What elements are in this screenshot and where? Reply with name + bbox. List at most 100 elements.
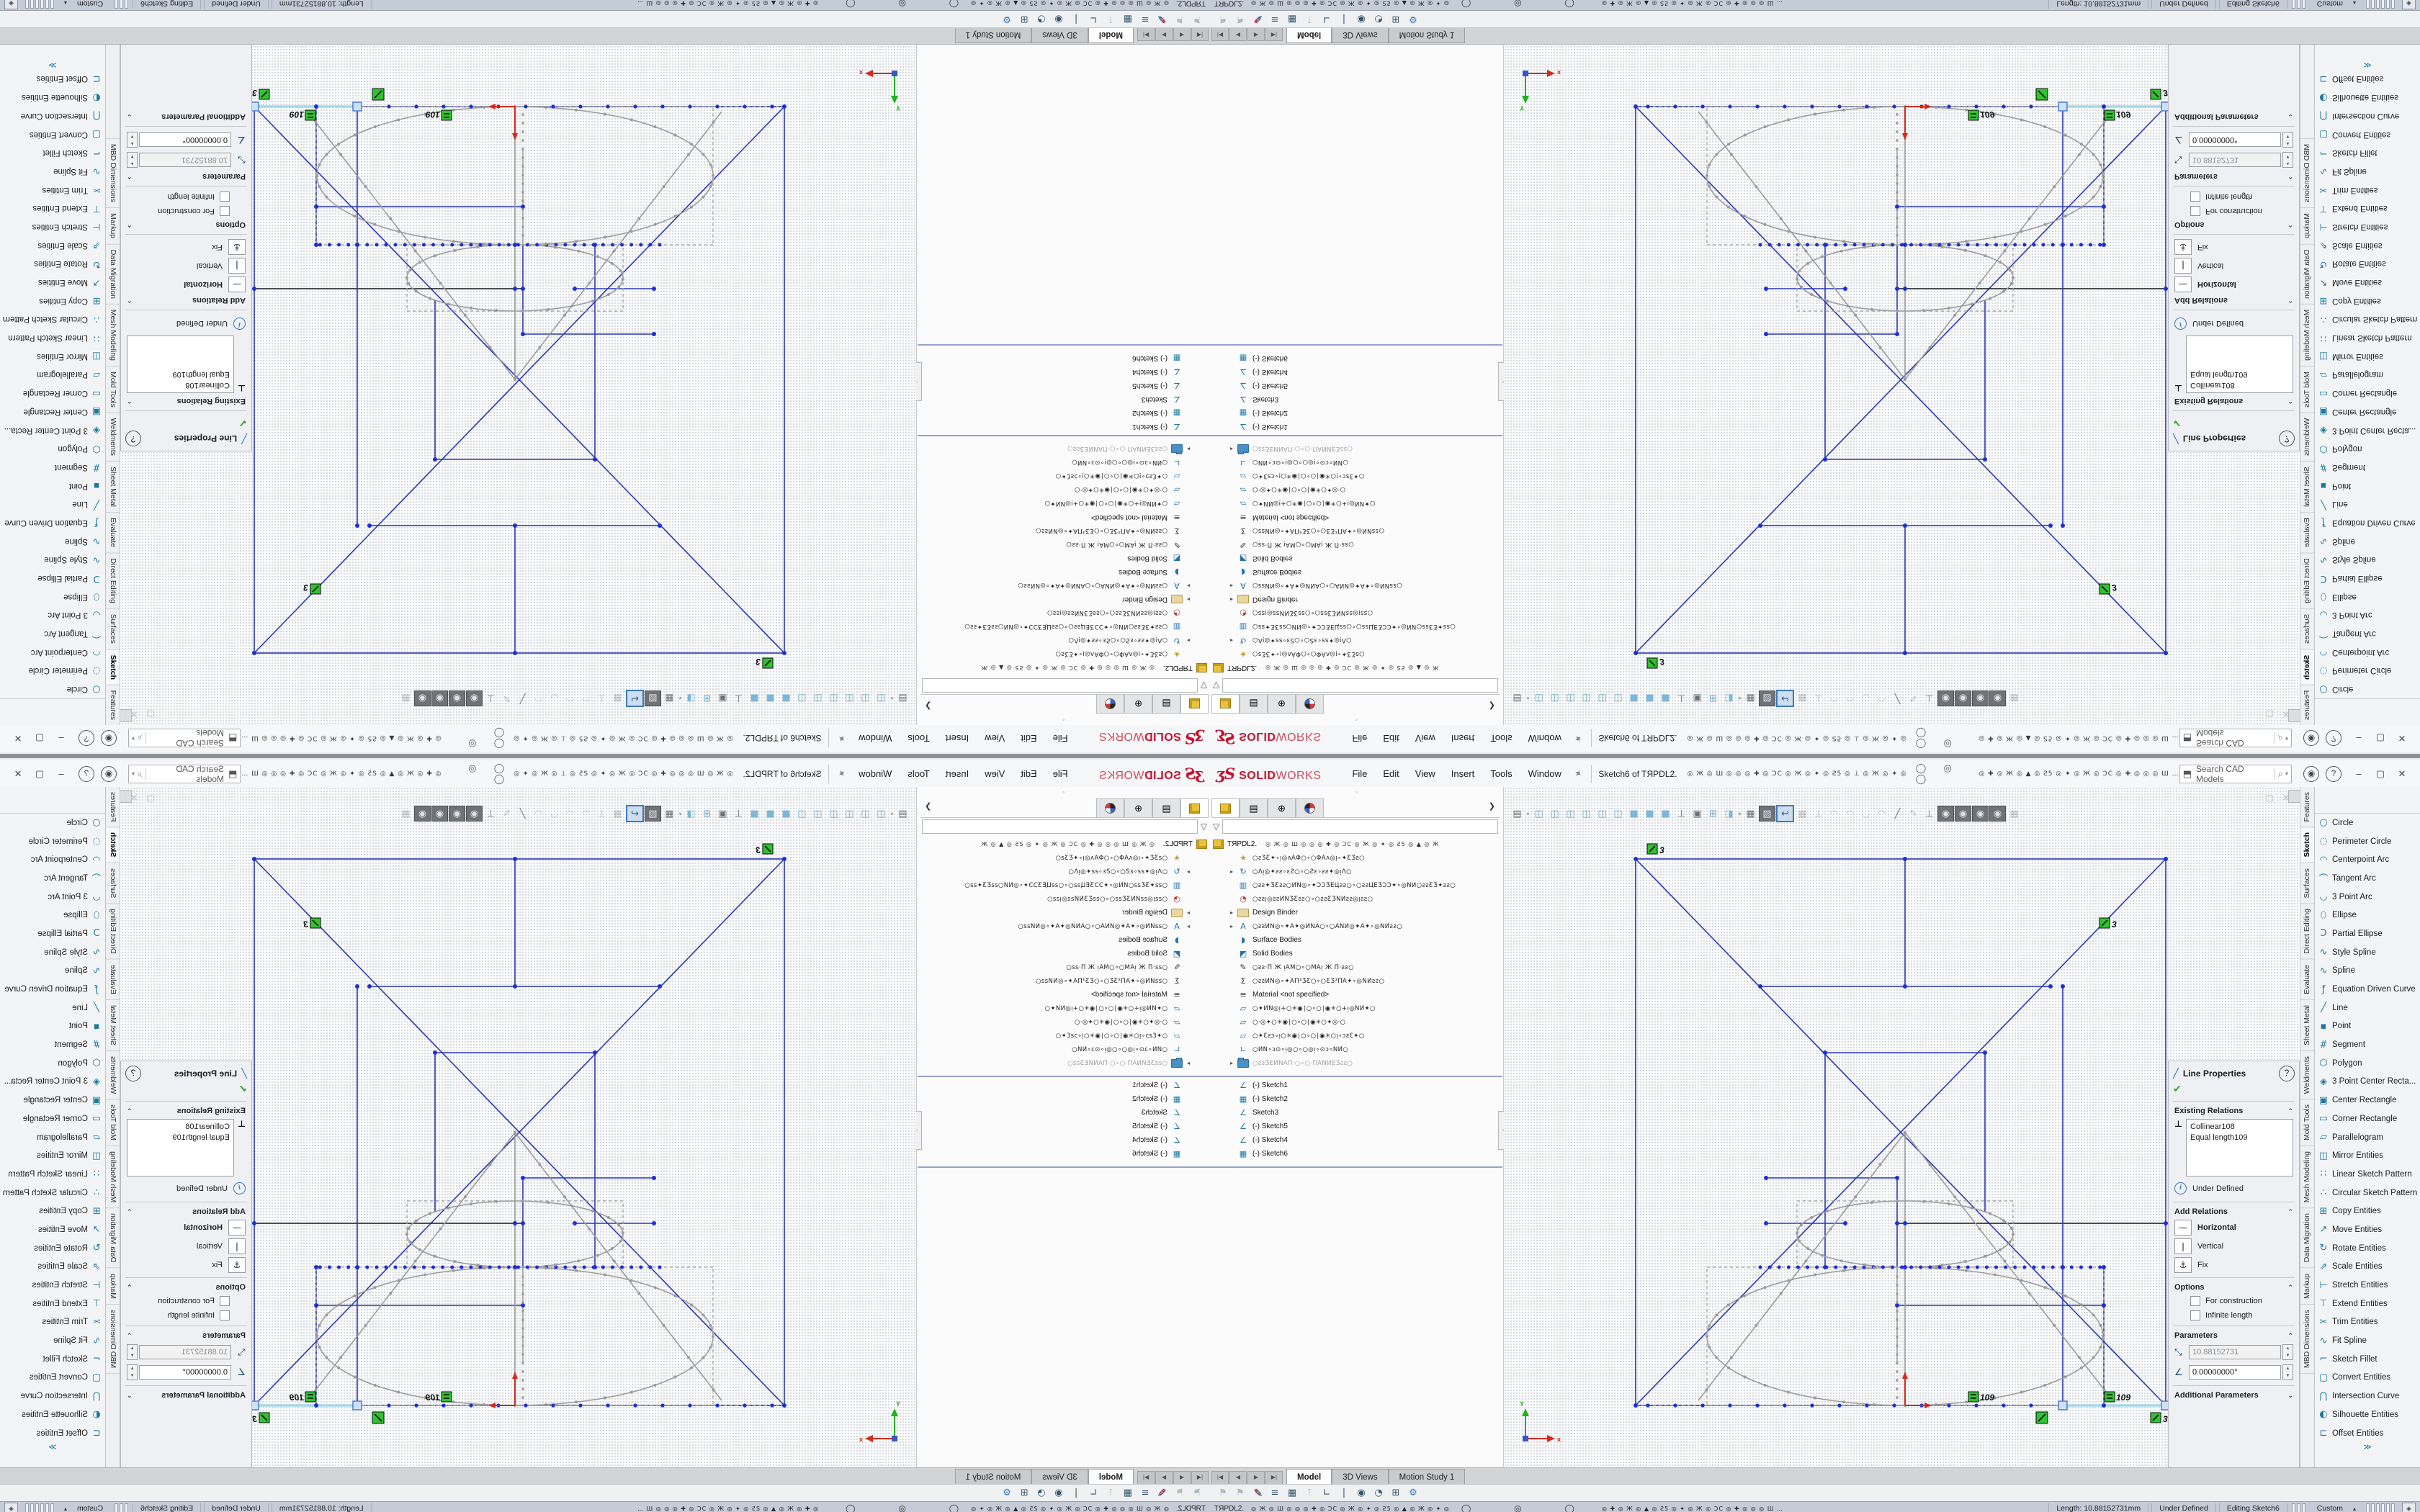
tree-row[interactable]: ≡ Material <not specified> (918, 988, 1210, 1002)
commandmanager-tab[interactable]: Sketch (2300, 649, 2315, 684)
relation-badge-collinear-right[interactable]: 3 (303, 582, 321, 594)
sketch-tool-button[interactable]: ⊞ Copy Entities (2315, 292, 2420, 310)
sketch-tool-button[interactable]: ⌐ Sketch Fillet (0, 143, 105, 162)
commandmanager-tab[interactable]: Mesh Modeling (105, 304, 120, 366)
tree-row[interactable]: ▥ ○ƨƨ✦ƷƸƨƨ○ИΝ◎∘✦ƆƆƷΕЦƨƨ○∘○ƨƨЦΕƷƆƆ✦∘◎ΝИ○ƨ… (918, 878, 1210, 892)
option-row[interactable]: For construction (121, 1294, 251, 1308)
minimize-button[interactable]: – (50, 768, 72, 779)
add-relation-row[interactable]: ❘ Vertical (2169, 256, 2299, 275)
tree-row[interactable]: ∠ (-) Sketch1 (1210, 420, 1502, 433)
markup-toolbar-icon[interactable]: | (1335, 1488, 1353, 1498)
menu-item[interactable]: File (1045, 730, 1076, 747)
tree-row[interactable]: ▦ (-) Sketch2 (918, 1092, 1210, 1106)
tree-row[interactable]: ▸ ↻ ○Λᴉ◎✦ƨƨ∘ɛƧ○∘○Ƨɛ∘ƨƨ✦◎ᴉΛ○ (1210, 865, 1502, 878)
sketch-tool-button[interactable]: ⊤ Extend Entities (0, 199, 105, 217)
tree-row[interactable]: Σ ○ƨƨИΝ◎∘✦ΑΠ³ƷƸ○∘○ƸƷ³ΠΑ✦∘◎ΝИƨƨ○ (1210, 974, 1502, 988)
add-relation-row[interactable]: ⚓ Fix (2169, 238, 2299, 256)
help-button[interactable]: ? (2326, 766, 2341, 782)
parameter-input[interactable]: 10.88152731 (2189, 1345, 2281, 1359)
sketch-tool-button[interactable]: ∿ Fit Spline (0, 162, 105, 181)
markup-toolbar-icon[interactable]: ≡ (1137, 1488, 1154, 1498)
relation-button-icon[interactable]: — (2174, 276, 2192, 292)
markup-toolbar-icon[interactable]: ✎ (1249, 14, 1266, 24)
relation-button-icon[interactable]: ❘ (228, 1238, 246, 1254)
sketch-tool-button[interactable]: ↗ Move Entities (0, 1220, 105, 1239)
help-button[interactable]: ? (79, 731, 94, 747)
sketch-tool-button[interactable]: ✂ Trim Entities (0, 181, 105, 199)
sketch-tool-button[interactable]: ▢ Convert Entities (2315, 125, 2420, 144)
ok-button[interactable]: ✔ (2169, 414, 2299, 429)
tab-propertymanager[interactable]: ▤ (1152, 695, 1180, 714)
checkbox[interactable] (220, 192, 230, 202)
minimize-button[interactable]: – (2348, 733, 2370, 744)
sketch-tool-button[interactable]: ◫ Mirror Entities (0, 347, 105, 366)
tree-row[interactable]: ▱ ○·◎✦○✳◉∣○∘○∣◉✳○✦◎·○ (918, 1015, 1210, 1029)
sketch-tool-button[interactable]: ⇗ Scale Entities (2315, 1258, 2420, 1277)
tree-row[interactable]: ✎ ○ƨƨ·Π Ж ᴉΑΜ○∘○ΜΑᴉ Ж Π·ƨƨ○ (918, 538, 1210, 552)
menu-item[interactable]: Edit (1375, 765, 1407, 782)
tree-row[interactable]: ▱ ○✦Ɛƨɔ∘ᴉ○✳◉∣○∘○∣◉✳○ᴉ∘ɔƨƐ✦○ (918, 469, 1210, 483)
tree-row[interactable]: ▱ ○✦ИΝ◎ᴉ+○✳◉∣○∘○∣◉✳○+ᴉ◎ΝИ✦○ (1210, 1002, 1502, 1015)
sketch-tool-button[interactable]: ∷ Linear Sketch Pattern (2315, 328, 2420, 347)
sketch-tool-button[interactable]: ◐ Silhouette Entities (2315, 1405, 2420, 1424)
tree-row[interactable]: ▸ ○ƨƨƷΕИΝΑΠ·○∘○·ΠΑΝИΕƷƨƨ○ (1210, 1056, 1502, 1070)
panel-help-button[interactable]: ? (2279, 1066, 2295, 1081)
expand-arrow-icon[interactable]: ▸ (1183, 446, 1190, 452)
sketch-tool-button[interactable]: ∿ Spline (2315, 962, 2420, 981)
tab-nav-button[interactable]: ▶ (1155, 1471, 1173, 1485)
endpoint-handle[interactable] (353, 1401, 362, 1410)
sketch-tool-button[interactable]: Ɔ Partial Ellipse (2315, 924, 2420, 943)
relation-badge-collinear-top[interactable]: 3 (756, 657, 773, 668)
commandmanager-tab[interactable]: Features (2300, 685, 2315, 725)
sketch-tool-button[interactable]: ∿ Style Spline (2315, 551, 2420, 570)
markup-toolbar-icon[interactable]: ◔ (1033, 1488, 1050, 1498)
expand-arrow-icon[interactable]: ▸ (1230, 923, 1237, 930)
tabs-overflow-button[interactable]: ❯ (920, 695, 936, 714)
close-button[interactable]: ✕ (7, 733, 29, 744)
tree-row[interactable]: ★ ○ƨƷƸ✦∘ᴉ◎ʌΑΦ○∘○ΦΑʌ◎ᴉ∘✦ƸƷƨ○ (1210, 647, 1502, 661)
tree-row[interactable]: ◩ Solid Bodies (918, 552, 1210, 565)
restore-button[interactable]: ▢ (2370, 733, 2391, 744)
parameter-input[interactable]: 0.00000000° (139, 132, 231, 147)
menu-item[interactable]: Window (851, 765, 900, 782)
sketch-tool-button[interactable]: ◐ Silhouette Entities (0, 1405, 105, 1424)
commandmanager-tab[interactable]: Mold Tools (2300, 366, 2315, 413)
tree-row[interactable]: ∟ ○ИΝ∘ɔ⊙∘ᴉ◎○∘○◎ᴉ∘⊙ɔ∘ΝИ○ (1210, 456, 1502, 469)
markup-toolbar-icon[interactable]: ≡ (1266, 14, 1283, 24)
menu-item[interactable]: File (1344, 765, 1375, 782)
expand-arrow-icon[interactable]: ▸ (1230, 637, 1237, 644)
sketch-tool-button[interactable]: ▣ Center Rectangle (2315, 402, 2420, 421)
sketch-tool-button[interactable]: Ɔ Partial Ellipse (2315, 569, 2420, 588)
tree-row[interactable]: Σ ○ƨƨИΝ◎∘✦ΑΠ³ƷƸ○∘○ƸƷ³ΠΑ✦∘◎ΝИƨƨ○ (918, 974, 1210, 988)
sketch-tool-button[interactable]: ◈ 3 Point Center Recta... (0, 1073, 105, 1092)
tree-row[interactable]: ∟ ○ИΝ∘ɔ⊙∘ᴉ◎○∘○◎ᴉ∘⊙ɔ∘ΝИ○ (1210, 1043, 1502, 1056)
commandmanager-tab[interactable]: Data Migration (105, 1208, 120, 1268)
sketch-tool-button[interactable]: ○ Circle (0, 680, 105, 698)
checkbox[interactable] (2190, 192, 2200, 202)
tree-row[interactable] (918, 435, 1210, 441)
commandmanager-tab[interactable]: Surfaces (105, 608, 120, 649)
tab-configurationmanager[interactable]: ⊕ (1124, 798, 1152, 817)
tree-row[interactable]: ≡ Material <not specified> (918, 510, 1210, 524)
expand-arrow-icon[interactable]: ▸ (1183, 868, 1190, 875)
commandmanager-tab[interactable]: Direct Editing (2300, 904, 2315, 959)
markup-toolbar-icon[interactable]: ⚙ (998, 1488, 1016, 1498)
sketch-tool-button[interactable]: ▣ Center Rectangle (2315, 1091, 2420, 1110)
tab-featuremanager[interactable] (1211, 695, 1240, 714)
markup-toolbar-icon[interactable]: ◔ (1370, 1488, 1387, 1498)
tree-row[interactable]: ◔ ○ƨƨᴉ◎ƨƨИΝƷƸƨƨ○∘○ƨƨƸƷΝИƨƨ◎ᴉƨƨ○ (918, 606, 1210, 620)
markup-toolbar-icon[interactable]: | (1067, 1488, 1085, 1498)
checkbox[interactable] (220, 1296, 230, 1306)
tree-row[interactable]: ∠ Sketch3 (918, 1106, 1210, 1120)
markup-toolbar-icon[interactable]: ⊞ (1387, 14, 1404, 24)
menu-item[interactable]: Window (851, 730, 900, 747)
ok-button[interactable]: ✔ (121, 1083, 251, 1098)
tree-row[interactable]: ▸ ○ƨƨƷΕИΝΑΠ·○∘○·ΠΑΝИΕƷƨƨ○ (918, 1056, 1210, 1070)
sketch-tool-button[interactable]: ƒ Equation Driven Curve (0, 513, 105, 532)
tree-row[interactable] (1210, 1162, 1502, 1168)
tree-row[interactable]: ▱ ○·◎✦○✳◉∣○∘○∣◉✳○✦◎·○ (1210, 483, 1502, 497)
checkbox[interactable] (220, 206, 230, 216)
markup-toolbar-icon[interactable]: ∟ (1318, 14, 1335, 24)
sketch-tool-button[interactable]: ⊏ Offset Entities (0, 70, 105, 89)
tree-row[interactable]: ∠ (-) Sketch4 (918, 365, 1210, 379)
